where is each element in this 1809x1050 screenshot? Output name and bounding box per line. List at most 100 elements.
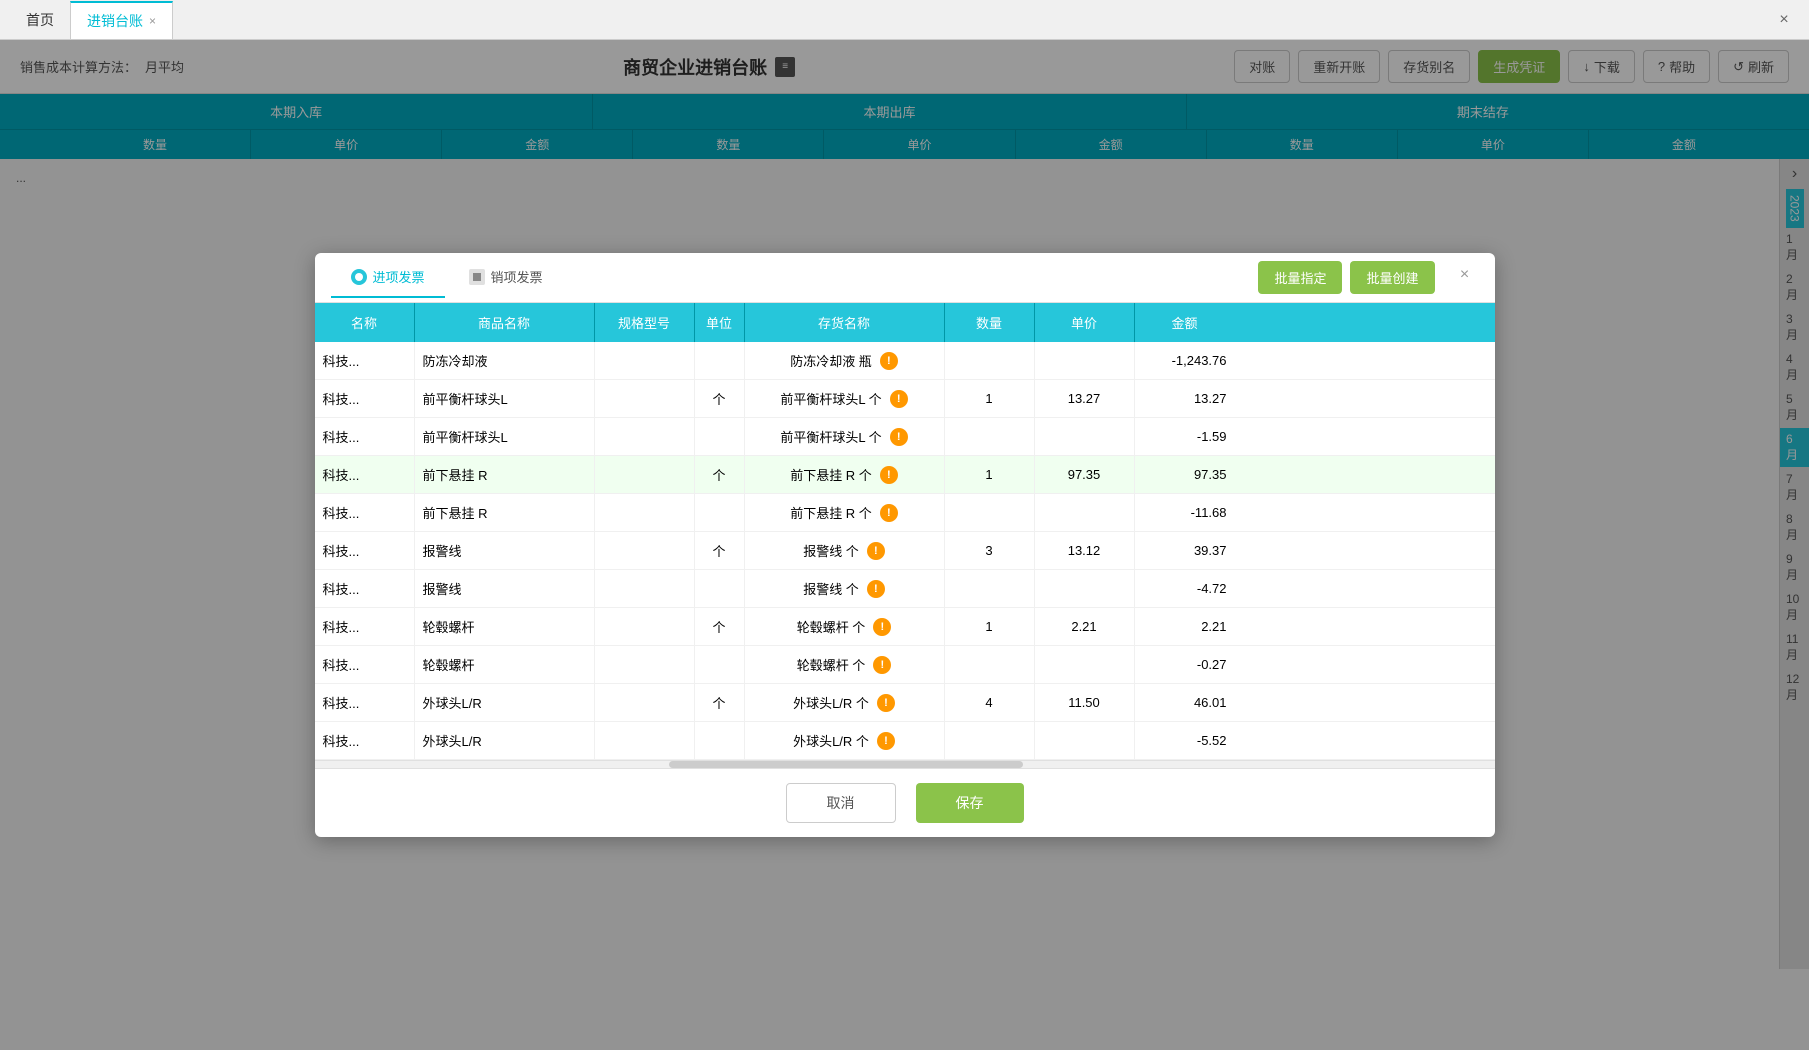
tab-home[interactable]: 首页 bbox=[10, 2, 70, 38]
tab-ledger[interactable]: 进销台账 × bbox=[70, 1, 173, 39]
window-close-button[interactable]: × bbox=[1769, 5, 1799, 35]
table-row: 科技... 前下悬挂 R 前下悬挂 R 个 ! -11.68 bbox=[315, 494, 1495, 532]
cell-amount-10: 46.01 bbox=[1135, 684, 1235, 721]
warning-icon-2: ! bbox=[890, 390, 908, 408]
cell-unit-8: 个 bbox=[695, 608, 745, 645]
cell-unit-11 bbox=[695, 722, 745, 759]
cell-price-2: 13.27 bbox=[1035, 380, 1135, 417]
tab-ledger-close[interactable]: × bbox=[149, 14, 156, 28]
cell-price-5 bbox=[1035, 494, 1135, 531]
cell-qty-1 bbox=[945, 342, 1035, 379]
sales-tab-icon bbox=[469, 269, 485, 285]
cell-price-4: 97.35 bbox=[1035, 456, 1135, 493]
cell-stock-2: 前平衡杆球头L 个 ! bbox=[745, 380, 945, 417]
cell-spec-1 bbox=[595, 342, 695, 379]
cell-product-7: 报警线 bbox=[415, 570, 595, 607]
cell-amount-2: 13.27 bbox=[1135, 380, 1235, 417]
warning-icon-3: ! bbox=[890, 428, 908, 446]
cell-name-8: 科技... bbox=[315, 608, 415, 645]
cell-stock-11: 外球头L/R 个 ! bbox=[745, 722, 945, 759]
dialog-overlay: 进项发票 销项发票 批量指定 批量创建 × bbox=[0, 40, 1809, 1050]
cell-unit-4: 个 bbox=[695, 456, 745, 493]
cell-spec-3 bbox=[595, 418, 695, 455]
table-row: 科技... 轮毂螺杆 轮毂螺杆 个 ! -0.27 bbox=[315, 646, 1495, 684]
cell-qty-7 bbox=[945, 570, 1035, 607]
cell-product-5: 前下悬挂 R bbox=[415, 494, 595, 531]
cell-qty-3 bbox=[945, 418, 1035, 455]
cell-price-1 bbox=[1035, 342, 1135, 379]
cell-product-3: 前平衡杆球头L bbox=[415, 418, 595, 455]
table-row: 科技... 防冻冷却液 防冻冷却液 瓶 ! -1,243.76 bbox=[315, 342, 1495, 380]
batch-specify-button[interactable]: 批量指定 bbox=[1258, 261, 1342, 294]
col-header-qty: 数量 bbox=[945, 303, 1035, 342]
cell-spec-7 bbox=[595, 570, 695, 607]
cell-spec-5 bbox=[595, 494, 695, 531]
cell-product-9: 轮毂螺杆 bbox=[415, 646, 595, 683]
warning-icon-1: ! bbox=[880, 352, 898, 370]
cell-unit-10: 个 bbox=[695, 684, 745, 721]
cell-name-6: 科技... bbox=[315, 532, 415, 569]
col-header-unit: 单位 bbox=[695, 303, 745, 342]
table-row: 科技... 外球头L/R 外球头L/R 个 ! -5.52 bbox=[315, 722, 1495, 760]
cell-price-3 bbox=[1035, 418, 1135, 455]
batch-create-button[interactable]: 批量创建 bbox=[1350, 261, 1434, 294]
table-header-row: 名称 商品名称 规格型号 单位 存货名称 数量 单价 金额 bbox=[315, 303, 1495, 342]
cell-product-11: 外球头L/R bbox=[415, 722, 595, 759]
dialog-footer: 取消 保存 bbox=[315, 768, 1495, 837]
tab-home-label: 首页 bbox=[26, 10, 54, 30]
cell-stock-9: 轮毂螺杆 个 ! bbox=[745, 646, 945, 683]
cell-price-11 bbox=[1035, 722, 1135, 759]
cell-unit-3 bbox=[695, 418, 745, 455]
dialog-tab-sales[interactable]: 销项发票 bbox=[449, 257, 563, 298]
dialog-tab-sales-label: 销项发票 bbox=[491, 267, 543, 286]
warning-icon-10: ! bbox=[877, 694, 895, 712]
cell-product-4: 前下悬挂 R bbox=[415, 456, 595, 493]
cell-price-6: 13.12 bbox=[1035, 532, 1135, 569]
cell-price-8: 2.21 bbox=[1035, 608, 1135, 645]
cell-product-6: 报警线 bbox=[415, 532, 595, 569]
cell-amount-6: 39.37 bbox=[1135, 532, 1235, 569]
cell-spec-6 bbox=[595, 532, 695, 569]
cell-spec-10 bbox=[595, 684, 695, 721]
cell-unit-6: 个 bbox=[695, 532, 745, 569]
cell-qty-4: 1 bbox=[945, 456, 1035, 493]
cell-name-7: 科技... bbox=[315, 570, 415, 607]
cell-name-10: 科技... bbox=[315, 684, 415, 721]
cell-stock-6: 报警线 个 ! bbox=[745, 532, 945, 569]
cell-spec-2 bbox=[595, 380, 695, 417]
scrollbar-thumb[interactable] bbox=[669, 761, 1023, 768]
warning-icon-9: ! bbox=[873, 656, 891, 674]
cell-name-4: 科技... bbox=[315, 456, 415, 493]
cell-name-11: 科技... bbox=[315, 722, 415, 759]
table-row: 科技... 外球头L/R 个 外球头L/R 个 ! 4 11.50 46.01 bbox=[315, 684, 1495, 722]
warning-icon-6: ! bbox=[867, 542, 885, 560]
cell-stock-3: 前平衡杆球头L 个 ! bbox=[745, 418, 945, 455]
dialog: 进项发票 销项发票 批量指定 批量创建 × bbox=[315, 253, 1495, 837]
cell-name-5: 科技... bbox=[315, 494, 415, 531]
cell-product-8: 轮毂螺杆 bbox=[415, 608, 595, 645]
cell-name-2: 科技... bbox=[315, 380, 415, 417]
dialog-close-button[interactable]: × bbox=[1451, 261, 1479, 289]
warning-icon-4: ! bbox=[880, 466, 898, 484]
cell-product-10: 外球头L/R bbox=[415, 684, 595, 721]
cell-unit-5 bbox=[695, 494, 745, 531]
cell-name-1: 科技... bbox=[315, 342, 415, 379]
save-button[interactable]: 保存 bbox=[916, 783, 1024, 823]
cell-qty-10: 4 bbox=[945, 684, 1035, 721]
cell-name-9: 科技... bbox=[315, 646, 415, 683]
cancel-button[interactable]: 取消 bbox=[786, 783, 896, 823]
cell-spec-8 bbox=[595, 608, 695, 645]
dialog-tab-purchase-label: 进项发票 bbox=[373, 267, 425, 286]
col-header-amount: 金额 bbox=[1135, 303, 1235, 342]
dialog-actions: 批量指定 批量创建 × bbox=[1258, 261, 1478, 294]
tab-bar: 首页 进销台账 × × bbox=[0, 0, 1809, 40]
cell-amount-5: -11.68 bbox=[1135, 494, 1235, 531]
cell-product-2: 前平衡杆球头L bbox=[415, 380, 595, 417]
dialog-tab-purchase[interactable]: 进项发票 bbox=[331, 257, 445, 298]
cell-stock-10: 外球头L/R 个 ! bbox=[745, 684, 945, 721]
col-header-price: 单价 bbox=[1035, 303, 1135, 342]
cell-qty-11 bbox=[945, 722, 1035, 759]
horizontal-scrollbar[interactable] bbox=[315, 760, 1495, 768]
cell-unit-1 bbox=[695, 342, 745, 379]
warning-icon-11: ! bbox=[877, 732, 895, 750]
